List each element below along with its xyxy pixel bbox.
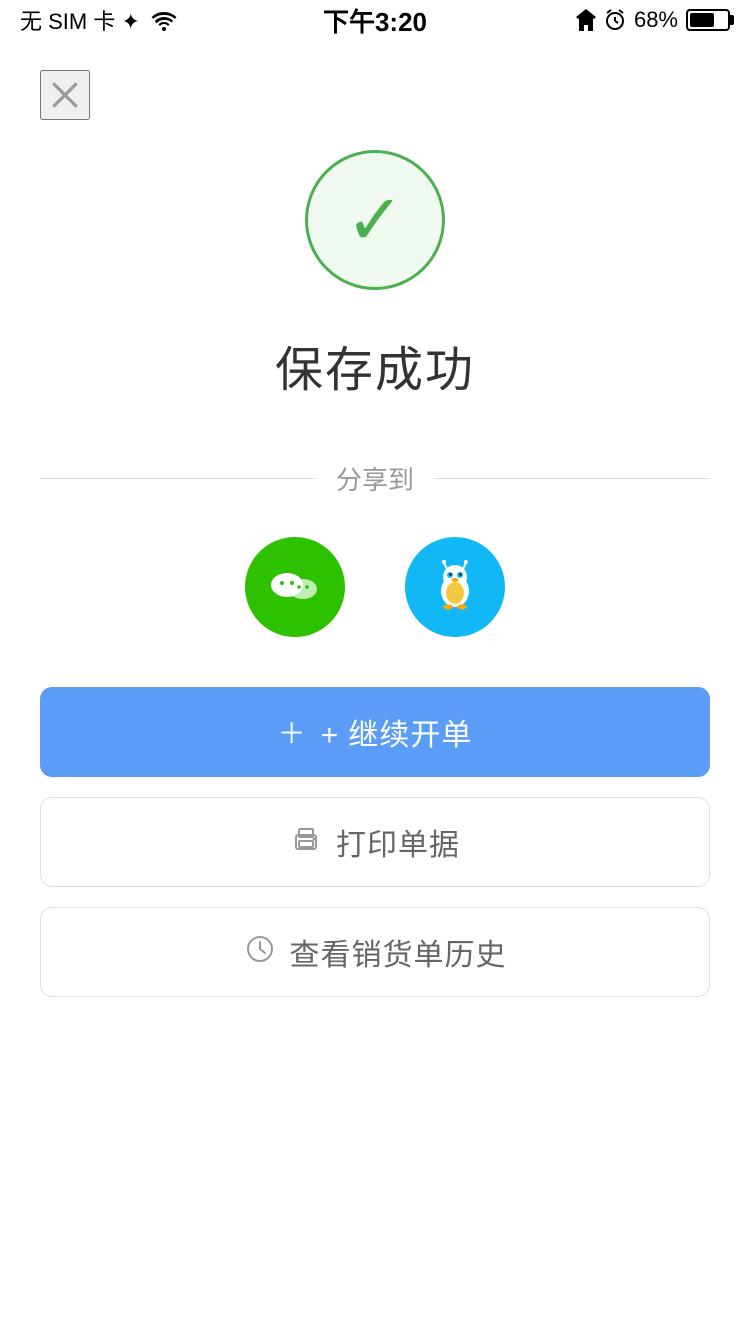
print-label: 打印单据 [336, 820, 460, 864]
success-icon-circle: ✓ [305, 150, 445, 290]
history-button[interactable]: 查看销货单历史 [40, 907, 710, 997]
share-label: 分享到 [336, 460, 414, 497]
action-buttons: ＋ + 继续开单 打印单据 查看销货单历史 [40, 687, 710, 997]
success-title: 保存成功 [275, 330, 475, 400]
wifi-icon [150, 9, 178, 31]
plus-icon: ＋ [278, 712, 307, 752]
print-icon [290, 823, 322, 862]
status-bar: 无 SIM 卡 ✦ 下午3:20 68% [0, 0, 750, 40]
sim-label: 无 SIM 卡 ✦ [20, 4, 140, 36]
location-icon [576, 9, 596, 31]
continue-order-label: + 继续开单 [321, 710, 473, 754]
main-content: ✓ 保存成功 分享到 [0, 40, 750, 1057]
battery-icon [686, 9, 730, 31]
status-right: 68% [576, 7, 730, 33]
wechat-icon [265, 557, 325, 617]
close-icon [47, 77, 83, 113]
wechat-share-button[interactable] [245, 537, 345, 637]
history-icon [244, 933, 276, 972]
checkmark-icon: ✓ [346, 185, 405, 255]
share-divider: 分享到 [40, 460, 710, 497]
printer-svg [290, 823, 322, 855]
battery-label: 68% [634, 7, 678, 33]
status-time: 下午3:20 [323, 2, 427, 39]
qq-share-button[interactable] [405, 537, 505, 637]
close-button[interactable] [40, 70, 90, 120]
continue-order-button[interactable]: ＋ + 继续开单 [40, 687, 710, 777]
print-button[interactable]: 打印单据 [40, 797, 710, 887]
alarm-icon [604, 9, 626, 31]
share-icons [40, 537, 710, 637]
status-left: 无 SIM 卡 ✦ [20, 4, 178, 36]
history-label: 查看销货单历史 [290, 930, 507, 974]
qq-icon [425, 557, 485, 617]
share-section: 分享到 [40, 460, 710, 637]
clock-svg [244, 933, 276, 965]
